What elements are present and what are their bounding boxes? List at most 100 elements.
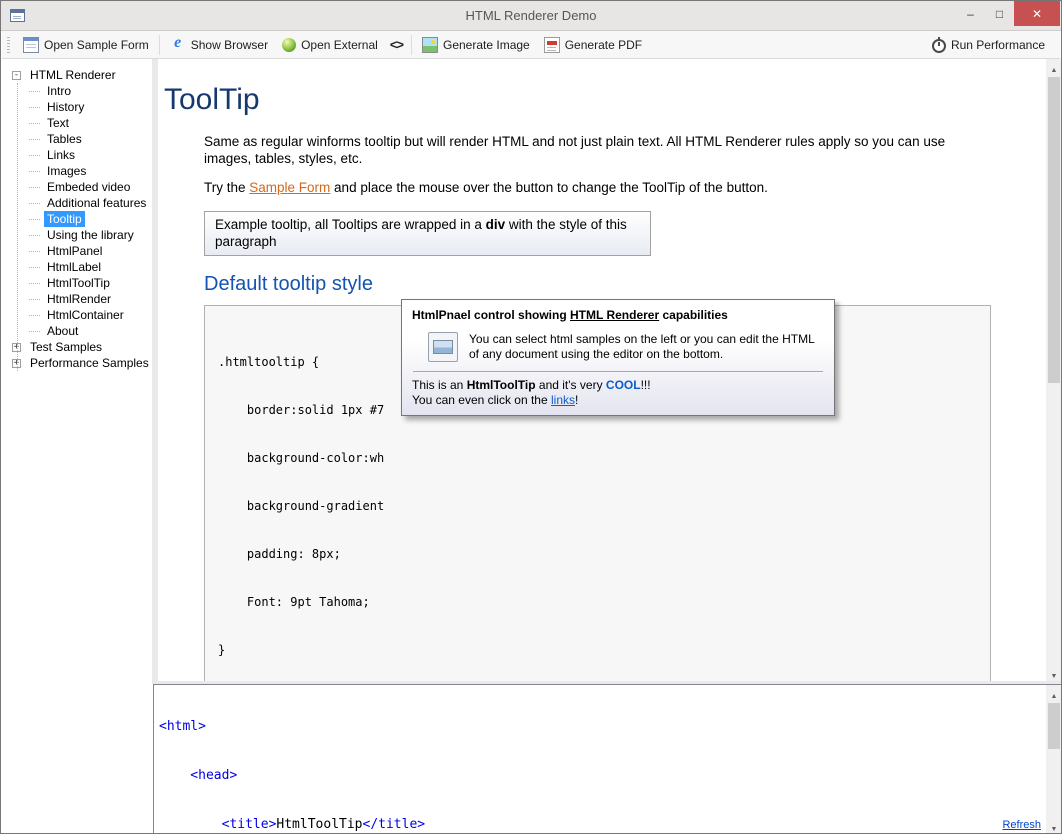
tooltip-body-text: You can select html samples on the left …	[469, 332, 820, 362]
scroll-up-icon[interactable]	[1046, 685, 1062, 701]
tooltip-l2-bold: HtmlToolTip	[467, 378, 536, 392]
css-code-line: }	[218, 642, 977, 658]
sidebar-item-tooltip[interactable]: Tooltip	[2, 211, 152, 227]
tooltip-line-2: This is an HtmlToolTip and it's very COO…	[412, 378, 824, 393]
tooltip-cool-text: COOL	[606, 378, 641, 392]
globe-icon	[282, 38, 296, 52]
sidebar-item-additional-features[interactable]: Additional features	[2, 195, 152, 211]
tooltip-header-underlined: HTML Renderer	[570, 308, 659, 322]
sidebar-item-links[interactable]: Links	[2, 147, 152, 163]
sidebar-item-using-the-library[interactable]: Using the library	[2, 227, 152, 243]
sidebar-item-text[interactable]: Text	[2, 115, 152, 131]
scroll-up-icon[interactable]	[1046, 59, 1062, 75]
form-icon	[23, 37, 39, 53]
generate-image-label: Generate Image	[443, 38, 530, 52]
sidebar-item-performance-samples[interactable]: + Performance Samples	[2, 355, 152, 371]
open-external-label: Open External	[301, 38, 378, 52]
tooltip-l2-post: !!!	[641, 378, 651, 392]
sidebar-item-history[interactable]: History	[2, 99, 152, 115]
tooltip-l3-post: !	[575, 393, 578, 407]
scroll-down-icon[interactable]	[1046, 665, 1062, 681]
html-preview-panel: ToolTip Same as regular winforms tooltip…	[158, 59, 1046, 681]
sidebar-item-htmlcontainer[interactable]: HtmlContainer	[2, 307, 152, 323]
image-icon	[422, 37, 438, 53]
generate-pdf-label: Generate PDF	[565, 38, 642, 52]
css-code-line: background-color:wh	[218, 450, 977, 466]
tooltip-body-row: You can select html samples on the left …	[412, 323, 824, 369]
generate-pdf-button[interactable]: Generate PDF	[537, 34, 649, 56]
show-browser-label: Show Browser	[191, 38, 268, 52]
links-link[interactable]: links	[551, 393, 575, 407]
open-sample-form-label: Open Sample Form	[44, 38, 149, 52]
example-tooltip-box: Example tooltip, all Tooltips are wrappe…	[204, 211, 651, 256]
sidebar-item-tables[interactable]: Tables	[2, 131, 152, 147]
app-window: HTML Renderer Demo – □ ✕ Open Sample For…	[0, 0, 1062, 834]
sidebar-item-html-renderer[interactable]: - HTML Renderer	[2, 67, 152, 83]
stopwatch-icon	[932, 39, 946, 53]
generate-image-button[interactable]: Generate Image	[415, 34, 537, 56]
sidebar-item-images[interactable]: Images	[2, 163, 152, 179]
sidebar-item-embeded-video[interactable]: Embeded video	[2, 179, 152, 195]
tooltip-l3-pre: You can even click on the	[412, 393, 551, 407]
intro-paragraph: Same as regular winforms tooltip but wil…	[204, 133, 969, 167]
collapse-icon[interactable]: -	[12, 71, 21, 80]
toolbar-separator	[159, 35, 160, 55]
css-code-line: padding: 8px;	[218, 546, 977, 562]
samples-tree: - HTML Renderer Intro History Text Table…	[2, 59, 152, 832]
tooltip-header-post: capabilities	[659, 308, 728, 322]
html-source-editor[interactable]: <html> <head> <title>HtmlToolTip</title>…	[159, 687, 1044, 834]
editor-scrollbar[interactable]	[1046, 685, 1062, 834]
title-bar[interactable]: HTML Renderer Demo – □ ✕	[1, 1, 1061, 31]
tooltip-l2-pre: This is an	[412, 378, 467, 392]
minimize-button[interactable]: –	[956, 1, 985, 26]
code-line: <head>	[159, 768, 1044, 784]
sidebar-item-htmltooltip[interactable]: HtmlToolTip	[2, 275, 152, 291]
example-text-pre: Example tooltip, all Tooltips are wrappe…	[215, 217, 486, 232]
browser-icon	[170, 37, 186, 53]
sidebar-item-test-samples[interactable]: + Test Samples	[2, 339, 152, 355]
css-code-line: background-gradient	[218, 498, 977, 514]
html-tooltip-popup: HtmlPnael control showing HTML Renderer …	[401, 299, 835, 416]
scroll-down-icon[interactable]	[1046, 818, 1062, 834]
toolbar-grip[interactable]	[7, 37, 10, 53]
picture-icon	[428, 332, 458, 362]
tooltip-divider	[413, 371, 823, 372]
try-paragraph: Try the Sample Form and place the mouse …	[204, 179, 969, 196]
page-title: ToolTip	[164, 83, 1046, 117]
sidebar-item-htmlrender[interactable]: HtmlRender	[2, 291, 152, 307]
run-performance-button[interactable]: Run Performance	[925, 34, 1052, 56]
tooltip-header-pre: HtmlPnael control showing	[412, 308, 570, 322]
view-source-button[interactable]: <>	[385, 34, 408, 55]
sidebar-item-about[interactable]: About	[2, 323, 152, 339]
try-text-pre: Try the	[204, 180, 249, 195]
window-controls: – □ ✕	[956, 1, 1060, 26]
sidebar-item-htmlpanel[interactable]: HtmlPanel	[2, 243, 152, 259]
content-scrollbar[interactable]	[1046, 59, 1062, 681]
scrollbar-thumb[interactable]	[1048, 703, 1060, 749]
code-line: <html>	[159, 719, 1044, 735]
open-sample-form-button[interactable]: Open Sample Form	[16, 34, 156, 56]
toolbar: Open Sample Form Show Browser Open Exter…	[2, 31, 1060, 59]
tooltip-header: HtmlPnael control showing HTML Renderer …	[412, 308, 824, 323]
window-title: HTML Renderer Demo	[1, 8, 1061, 23]
example-text-bold: div	[486, 217, 506, 232]
run-performance-label: Run Performance	[951, 38, 1045, 52]
tooltip-line-3: You can even click on the links!	[412, 393, 824, 408]
show-browser-button[interactable]: Show Browser	[163, 34, 275, 56]
sidebar-item-htmllabel[interactable]: HtmlLabel	[2, 259, 152, 275]
refresh-link[interactable]: Refresh	[998, 819, 1041, 831]
sample-form-link[interactable]: Sample Form	[249, 180, 330, 195]
code-line: <title>HtmlToolTip</title>	[159, 817, 1044, 833]
section-default-tooltip-style: Default tooltip style	[204, 276, 969, 293]
toolbar-separator	[411, 35, 412, 55]
maximize-button[interactable]: □	[985, 1, 1014, 26]
sidebar-item-intro[interactable]: Intro	[2, 83, 152, 99]
tree-connector-line	[17, 83, 18, 371]
try-text-post: and place the mouse over the button to c…	[330, 180, 768, 195]
close-button[interactable]: ✕	[1014, 1, 1060, 26]
open-external-button[interactable]: Open External	[275, 34, 385, 55]
css-code-line: Font: 9pt Tahoma;	[218, 594, 977, 610]
tooltip-l2-mid: and it's very	[536, 378, 606, 392]
scrollbar-thumb[interactable]	[1048, 77, 1060, 383]
source-editor-panel: <html> <head> <title>HtmlToolTip</title>…	[153, 684, 1062, 834]
